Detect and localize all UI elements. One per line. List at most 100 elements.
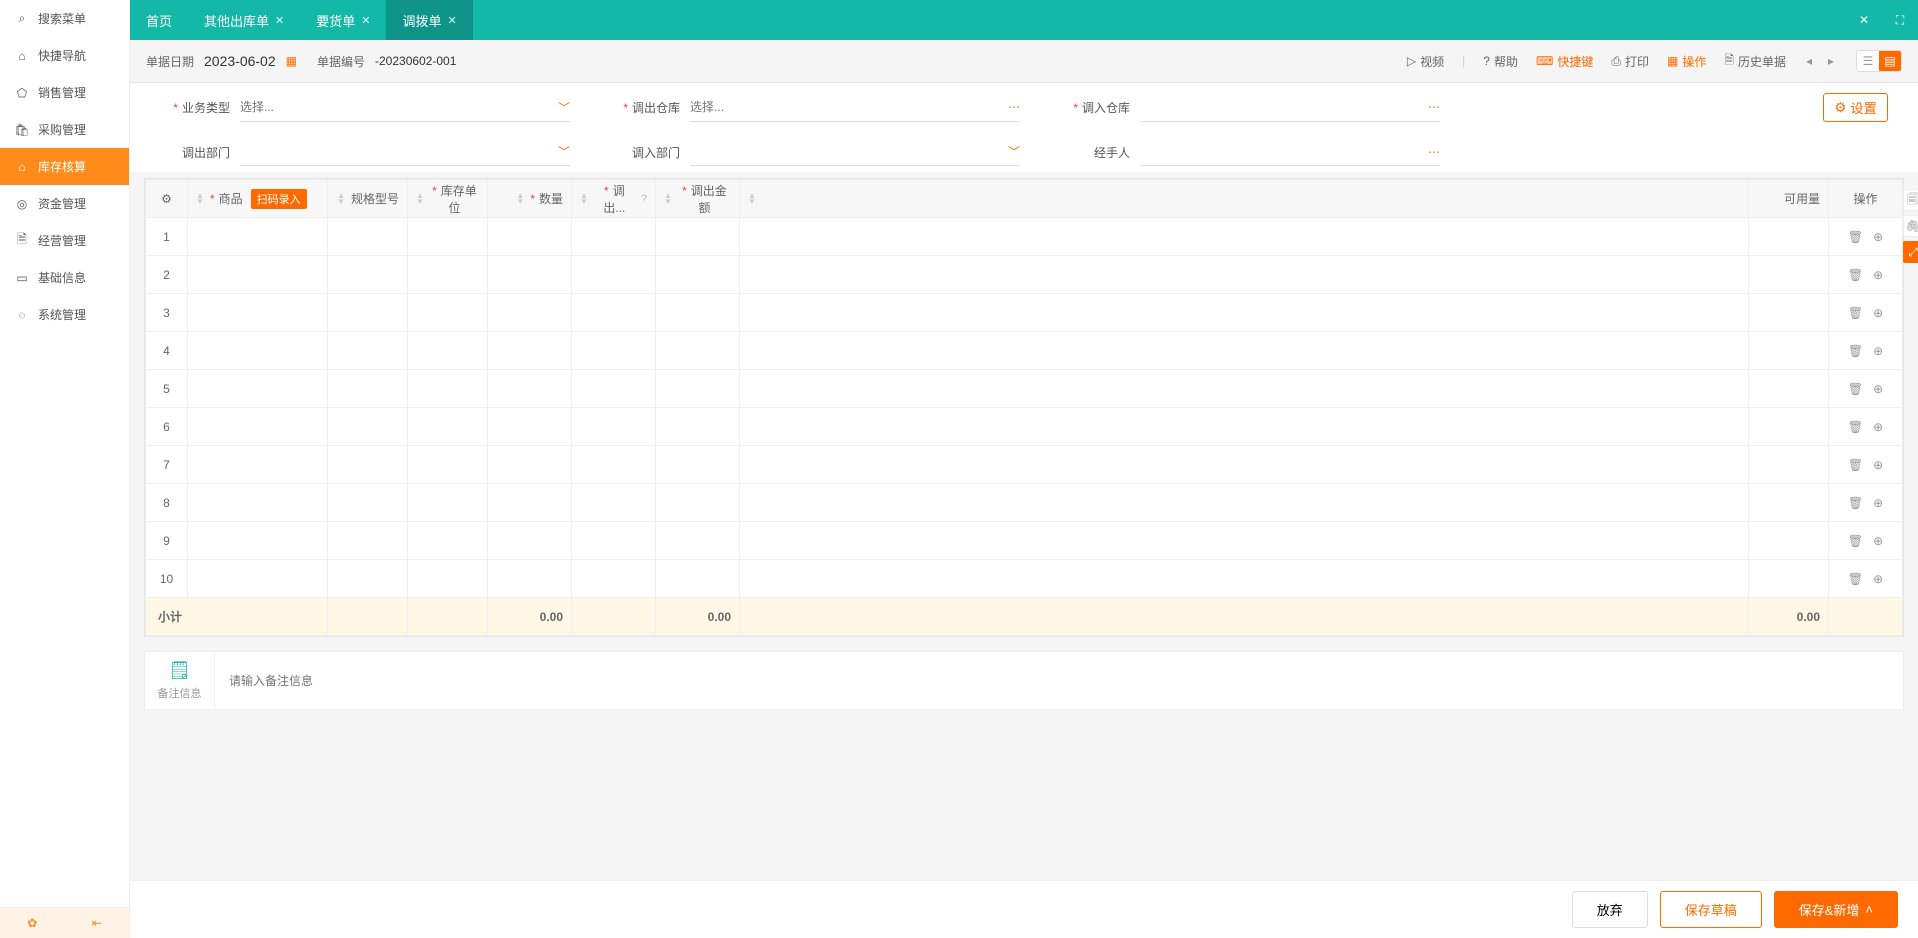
delete-icon[interactable]: 🗑 xyxy=(1848,496,1863,510)
header-print[interactable]: ⎙打印 xyxy=(1607,53,1653,70)
scan-tag[interactable]: 扫码录入 xyxy=(251,189,307,209)
collapse-icon[interactable]: ⇤ xyxy=(92,916,102,930)
table-row[interactable]: 8🗑⊕ xyxy=(146,484,1903,522)
add-row-icon[interactable]: ⊕ xyxy=(1873,420,1883,434)
settings-button[interactable]: ⚙ 设置 xyxy=(1823,93,1888,122)
th-spec[interactable]: ▲▼规格型号 xyxy=(328,180,408,218)
prev-doc[interactable]: ◂ xyxy=(1800,52,1818,70)
table-row[interactable]: 5🗑⊕ xyxy=(146,370,1903,408)
sidebar-item-1[interactable]: ⌂快捷导航 xyxy=(0,37,129,74)
tab-0[interactable]: 首页 xyxy=(130,0,188,40)
close-icon[interactable]: ✕ xyxy=(275,14,284,27)
sidebar-item-7[interactable]: ▭基础信息 xyxy=(0,259,129,296)
remarks-input[interactable] xyxy=(215,652,1903,709)
table-row[interactable]: 6🗑⊕ xyxy=(146,408,1903,446)
outdept-select[interactable]: ﹀ xyxy=(240,138,570,166)
sidebar-item-5[interactable]: ◎资金管理 xyxy=(0,185,129,222)
close-icon[interactable]: ✕ xyxy=(448,14,457,27)
outdept-input[interactable] xyxy=(240,141,570,163)
header-shortcut[interactable]: ⌨快捷键 xyxy=(1532,53,1597,70)
th-outp[interactable]: ▲▼调出...? xyxy=(572,180,656,218)
doc-date-value[interactable]: 2023-06-02 xyxy=(204,53,276,69)
add-row-icon[interactable]: ⊕ xyxy=(1873,382,1883,396)
save-draft-button[interactable]: 保存草稿 xyxy=(1660,891,1762,928)
sidebar-item-label: 库存核算 xyxy=(38,158,86,175)
table-row[interactable]: 9🗑⊕ xyxy=(146,522,1903,560)
gear-dash-icon: ◌ xyxy=(14,307,30,323)
add-row-icon[interactable]: ⊕ xyxy=(1873,344,1883,358)
tab-1[interactable]: 其他出库单✕ xyxy=(188,0,300,40)
tab-2[interactable]: 要货单✕ xyxy=(300,0,386,40)
inwh-input[interactable] xyxy=(1140,96,1440,118)
add-row-icon[interactable]: ⊕ xyxy=(1873,496,1883,510)
discard-button[interactable]: 放弃 xyxy=(1572,891,1648,928)
table-row[interactable]: 7🗑⊕ xyxy=(146,446,1903,484)
rail-attach[interactable]: 🖇 xyxy=(1903,215,1918,237)
biztype-input[interactable] xyxy=(240,96,570,118)
th-outa[interactable]: ▲▼调出金额 xyxy=(656,180,740,218)
close-icon[interactable]: ✕ xyxy=(361,14,370,27)
sidebar-item-8[interactable]: ◌系统管理 xyxy=(0,296,129,333)
th-unit[interactable]: ▲▼库存单位 xyxy=(408,180,488,218)
add-row-icon[interactable]: ⊕ xyxy=(1873,534,1883,548)
next-doc[interactable]: ▸ xyxy=(1822,52,1840,70)
add-row-icon[interactable]: ⊕ xyxy=(1873,306,1883,320)
delete-icon[interactable]: 🗑 xyxy=(1848,344,1863,358)
sidebar-item-4[interactable]: ⌂库存核算 xyxy=(0,148,129,185)
rail-expand[interactable]: ⤢ xyxy=(1903,241,1918,263)
more-icon: ⋯ xyxy=(1008,100,1020,114)
outwh-input[interactable] xyxy=(690,96,1020,118)
delete-icon[interactable]: 🗑 xyxy=(1848,230,1863,244)
table-row[interactable]: 4🗑⊕ xyxy=(146,332,1903,370)
inwh-select[interactable]: ⋯ xyxy=(1140,94,1440,122)
gear-icon[interactable]: ✿ xyxy=(27,916,37,930)
sidebar-item-2[interactable]: ⬠销售管理 xyxy=(0,74,129,111)
tab-3[interactable]: 调拨单✕ xyxy=(386,0,472,40)
table-row[interactable]: 1🗑⊕ xyxy=(146,218,1903,256)
handler-select[interactable]: ⋯ xyxy=(1140,138,1440,166)
sidebar-item-3[interactable]: 🛍采购管理 xyxy=(0,111,129,148)
header-ops[interactable]: ▦操作 xyxy=(1663,53,1710,70)
th-qty[interactable]: ▲▼数量 xyxy=(488,180,572,218)
header-video[interactable]: ▷视频 xyxy=(1403,53,1448,70)
delete-icon[interactable]: 🗑 xyxy=(1848,268,1863,282)
biztype-label: 业务类型 xyxy=(160,99,240,116)
th-avail[interactable]: 可用量 xyxy=(1749,180,1829,218)
sidebar-item-0[interactable]: ⌕搜索菜单 xyxy=(0,0,129,37)
header-help[interactable]: ?帮助 xyxy=(1479,53,1522,70)
gear-icon: ⚙ xyxy=(1834,100,1846,116)
delete-icon[interactable]: 🗑 xyxy=(1848,572,1863,586)
play-icon: ▷ xyxy=(1407,54,1416,68)
table-row[interactable]: 10🗑⊕ xyxy=(146,560,1903,598)
indept-select[interactable]: ﹀ xyxy=(690,138,1020,166)
add-row-icon[interactable]: ⊕ xyxy=(1873,572,1883,586)
delete-icon[interactable]: 🗑 xyxy=(1848,382,1863,396)
delete-icon[interactable]: 🗑 xyxy=(1848,306,1863,320)
sidebar-bottom: ✿ ⇤ xyxy=(0,907,129,938)
chevron-up-icon: ˄ xyxy=(1865,902,1873,917)
view-mode-form[interactable]: ▤ xyxy=(1879,51,1901,71)
add-row-icon[interactable]: ⊕ xyxy=(1873,268,1883,282)
save-new-button[interactable]: 保存&新增 ˄ xyxy=(1774,891,1898,928)
sidebar-item-6[interactable]: 🗎经营管理 xyxy=(0,222,129,259)
view-mode-list[interactable]: ☰ xyxy=(1857,51,1879,71)
tab-close-all[interactable]: ✕ xyxy=(1846,0,1882,40)
outwh-select[interactable]: ⋯ xyxy=(690,94,1020,122)
calendar-icon[interactable]: ▦ xyxy=(286,54,297,68)
fullscreen-icon[interactable]: ⛶ xyxy=(1882,0,1918,40)
delete-icon[interactable]: 🗑 xyxy=(1848,458,1863,472)
delete-icon[interactable]: 🗑 xyxy=(1848,534,1863,548)
header-history[interactable]: 🗎历史单据 xyxy=(1720,51,1790,72)
subtotal-row: 小计 0.00 0.00 0.00 xyxy=(146,598,1903,636)
table-row[interactable]: 3🗑⊕ xyxy=(146,294,1903,332)
indept-input[interactable] xyxy=(690,141,1020,163)
biztype-select[interactable]: ﹀ xyxy=(240,94,570,122)
rail-detail[interactable]: 🗐 xyxy=(1903,189,1918,211)
add-row-icon[interactable]: ⊕ xyxy=(1873,458,1883,472)
delete-icon[interactable]: 🗑 xyxy=(1848,420,1863,434)
table-row[interactable]: 2🗑⊕ xyxy=(146,256,1903,294)
add-row-icon[interactable]: ⊕ xyxy=(1873,230,1883,244)
handler-input[interactable] xyxy=(1140,141,1440,163)
th-gear[interactable]: ⚙ xyxy=(146,180,188,218)
th-goods[interactable]: ▲▼商品扫码录入 xyxy=(188,180,328,218)
